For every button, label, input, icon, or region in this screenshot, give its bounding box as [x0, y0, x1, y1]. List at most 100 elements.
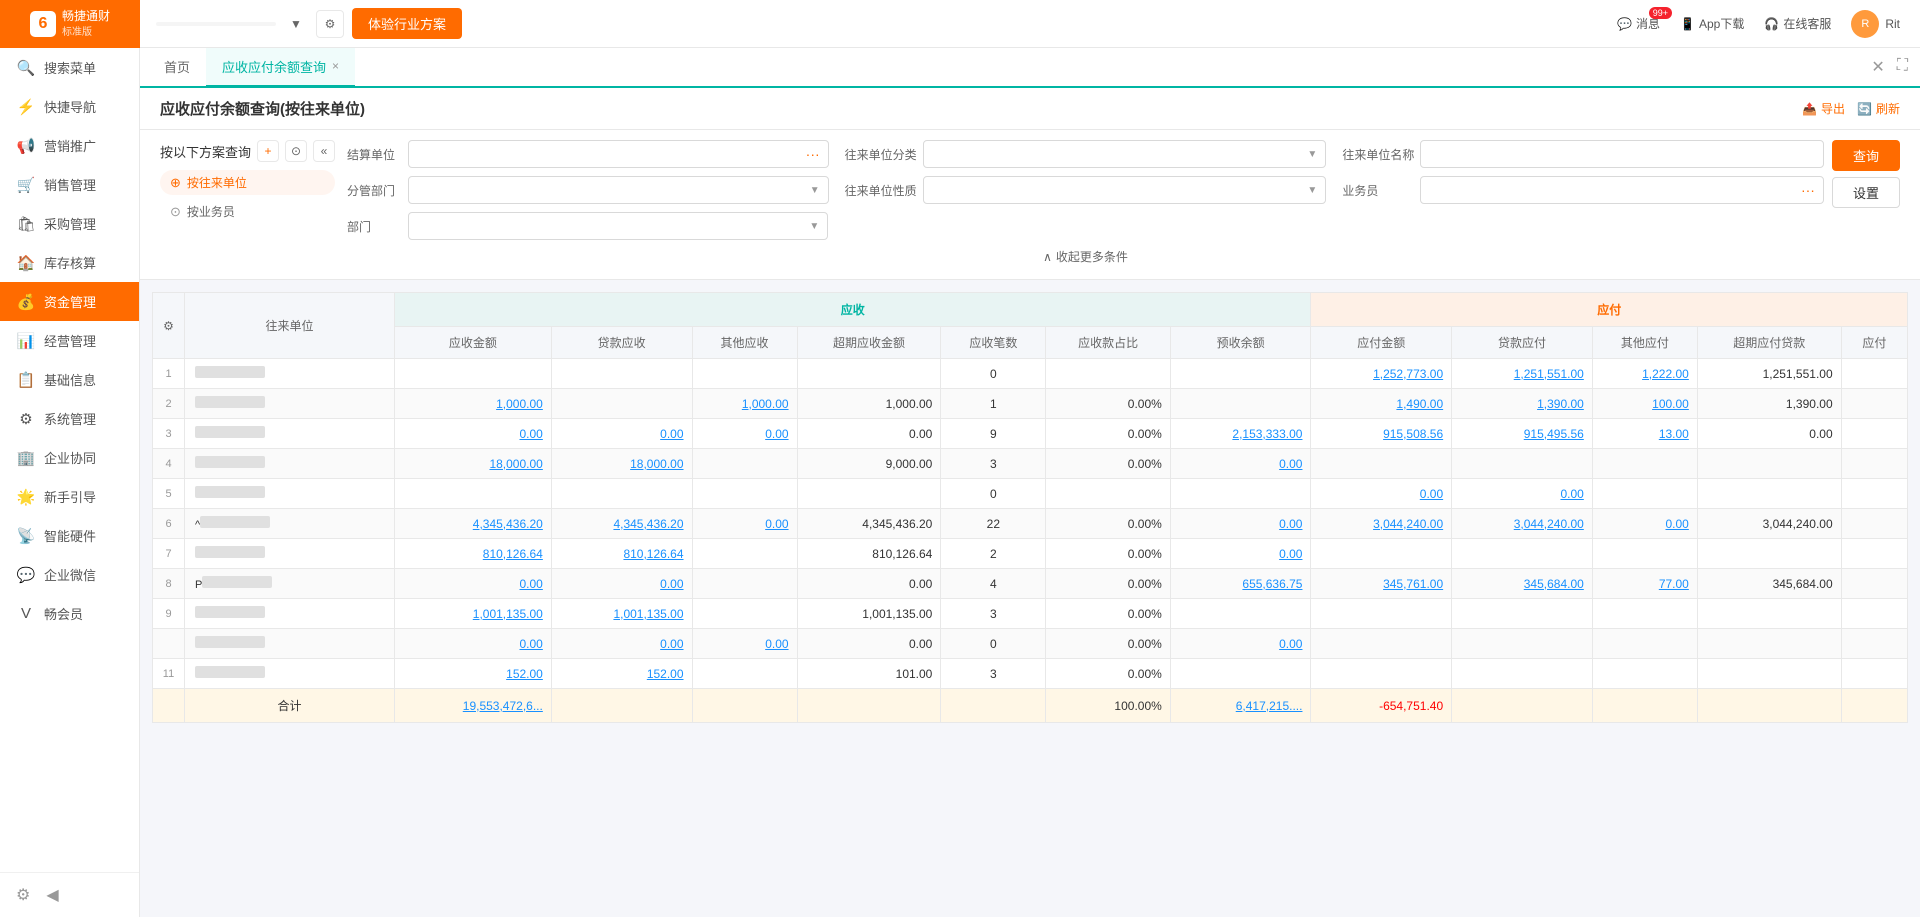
filter-label: 按以下方案查询 — [160, 142, 251, 161]
breadcrumb-dropdown[interactable]: ▼ — [284, 12, 308, 36]
table-cell[interactable]: 655,636.75 — [1170, 569, 1311, 599]
table-cell[interactable]: 345,684.00 — [1452, 569, 1593, 599]
collapse-more-btn[interactable]: ∧ 收起更多条件 — [1043, 248, 1128, 265]
filter-collapse-btn[interactable]: « — [313, 140, 335, 162]
salesman-input[interactable]: ··· — [1420, 176, 1824, 204]
table-cell[interactable]: 1,001,135.00 — [551, 599, 692, 629]
table-cell[interactable]: 0.00 — [1170, 629, 1311, 659]
row-yingfu-next — [1841, 449, 1907, 479]
subnav-by-unit[interactable]: ⊕ 按往来单位 — [160, 170, 335, 195]
table-cell[interactable]: 0.00 — [395, 629, 552, 659]
menu-icon-sales: 🛒 — [16, 176, 36, 194]
fenguan-input[interactable]: ▼ — [408, 176, 829, 204]
table-cell[interactable]: 0.00 — [692, 509, 797, 539]
table-cell[interactable]: 18,000.00 — [551, 449, 692, 479]
sidebar-item-system[interactable]: ⚙ 系统管理 — [0, 399, 139, 438]
table-cell[interactable]: 915,508.56 — [1311, 419, 1452, 449]
sidebar-item-wechat[interactable]: 💬 企业微信 — [0, 555, 139, 594]
row-yingfu-next — [1841, 629, 1907, 659]
settings-gear-icon[interactable]: ⚙ — [316, 10, 344, 38]
wanglai-name-input[interactable] — [1420, 140, 1824, 168]
table-cell[interactable]: 915,495.56 — [1452, 419, 1593, 449]
table-cell[interactable]: 0.00 — [692, 629, 797, 659]
table-cell[interactable]: 13.00 — [1592, 419, 1697, 449]
wanglai-class-input[interactable]: ▼ — [923, 140, 1327, 168]
query-button[interactable]: 查询 — [1832, 140, 1900, 171]
table-cell[interactable]: 0.00 — [1170, 539, 1311, 569]
sidebar-item-base[interactable]: 📋 基础信息 — [0, 360, 139, 399]
table-cell[interactable]: 1,000.00 — [395, 389, 552, 419]
table-cell[interactable]: 1,251,551.00 — [1452, 359, 1593, 389]
export-button[interactable]: 📤 导出 — [1802, 100, 1845, 117]
sidebar-item-quick[interactable]: ⚡ 快捷导航 — [0, 87, 139, 126]
online-service-button[interactable]: 🎧 在线客服 — [1764, 15, 1831, 32]
table-cell[interactable]: 1,252,773.00 — [1311, 359, 1452, 389]
wanglai-nature-input[interactable]: ▼ — [923, 176, 1327, 204]
th-settings[interactable]: ⚙ — [153, 293, 185, 359]
table-cell[interactable]: 0.00 — [1311, 479, 1452, 509]
footer-prepay[interactable]: 6,417,215.... — [1170, 689, 1311, 723]
tab-query[interactable]: 应收应付余额查询 × — [206, 47, 355, 87]
sidebar-settings-icon[interactable]: ⚙ — [16, 885, 30, 905]
table-cell[interactable]: 0.00 — [692, 419, 797, 449]
table-cell[interactable]: 152.00 — [551, 659, 692, 689]
tab-window-close[interactable]: ✕ — [1867, 53, 1888, 81]
filter-settings-btn[interactable]: ⊙ — [285, 140, 307, 162]
table-cell[interactable]: 100.00 — [1592, 389, 1697, 419]
table-cell[interactable]: 18,000.00 — [395, 449, 552, 479]
table-cell[interactable]: 0.00 — [1452, 479, 1593, 509]
table-cell[interactable]: 152.00 — [395, 659, 552, 689]
table-cell[interactable]: 0.00 — [395, 569, 552, 599]
messages-button[interactable]: 💬 消息 99+ — [1617, 15, 1660, 32]
row-num: 8 — [153, 569, 185, 599]
table-cell — [1697, 659, 1841, 689]
table-cell[interactable]: 0.00 — [551, 419, 692, 449]
settings-button[interactable]: 设置 — [1832, 177, 1900, 208]
sidebar-item-operation[interactable]: 📊 经营管理 — [0, 321, 139, 360]
table-cell[interactable]: 4,345,436.20 — [551, 509, 692, 539]
sidebar-item-purchase[interactable]: 🛍 采购管理 — [0, 204, 139, 243]
table-cell[interactable]: 0.00 — [395, 419, 552, 449]
table-cell[interactable]: 0.00 — [551, 629, 692, 659]
jiesuan-input[interactable]: ··· — [408, 140, 829, 168]
table-cell[interactable]: 2,153,333.00 — [1170, 419, 1311, 449]
table-cell[interactable]: 0.00 — [1592, 509, 1697, 539]
table-cell[interactable]: 0.00 — [1170, 509, 1311, 539]
filter-add-btn[interactable]: + — [257, 140, 279, 162]
sidebar-collapse-icon[interactable]: ◀ — [46, 885, 58, 905]
sidebar-item-finance[interactable]: 💰 资金管理 — [0, 282, 139, 321]
sidebar-item-warehouse[interactable]: 🏠 库存核算 — [0, 243, 139, 282]
tab-home[interactable]: 首页 — [148, 47, 206, 87]
table-cell[interactable]: 1,490.00 — [1311, 389, 1452, 419]
table-cell[interactable]: 1,222.00 — [1592, 359, 1697, 389]
table-cell[interactable]: 3,044,240.00 — [1311, 509, 1452, 539]
table-cell[interactable]: 1,001,135.00 — [395, 599, 552, 629]
sidebar-item-sales[interactable]: 🛒 销售管理 — [0, 165, 139, 204]
user-profile[interactable]: R Rit — [1851, 10, 1900, 38]
subnav-by-salesman[interactable]: ⊙ 按业务员 — [160, 199, 335, 224]
query-tab-label: 应收应付余额查询 — [222, 57, 326, 76]
table-cell[interactable]: 810,126.64 — [395, 539, 552, 569]
table-cell[interactable]: 1,000.00 — [692, 389, 797, 419]
table-cell[interactable]: 1,390.00 — [1452, 389, 1593, 419]
sidebar-item-member[interactable]: V 畅会员 — [0, 594, 139, 633]
app-download-button[interactable]: 📱 App下载 — [1680, 15, 1744, 32]
sidebar-item-guide[interactable]: 🌟 新手引导 — [0, 477, 139, 516]
table-cell[interactable]: 810,126.64 — [551, 539, 692, 569]
refresh-button[interactable]: 🔄 刷新 — [1857, 100, 1900, 117]
dept-input[interactable]: ▼ — [408, 212, 828, 240]
table-cell[interactable]: 77.00 — [1592, 569, 1697, 599]
sidebar-item-marketing[interactable]: 📢 营销推广 — [0, 126, 139, 165]
tab-fullscreen[interactable]: ⛶ — [1893, 53, 1912, 81]
sidebar-item-enterprise[interactable]: 🏢 企业协同 — [0, 438, 139, 477]
table-cell[interactable]: 4,345,436.20 — [395, 509, 552, 539]
table-cell[interactable]: 345,761.00 — [1311, 569, 1452, 599]
industry-solution-button[interactable]: 体验行业方案 — [352, 8, 462, 39]
sidebar-item-hardware[interactable]: 📡 智能硬件 — [0, 516, 139, 555]
footer-yingshou[interactable]: 19,553,472,6... — [395, 689, 552, 723]
sidebar-item-search[interactable]: 🔍 搜索菜单 — [0, 48, 139, 87]
table-cell[interactable]: 3,044,240.00 — [1452, 509, 1593, 539]
table-cell[interactable]: 0.00 — [551, 569, 692, 599]
table-cell[interactable]: 0.00 — [1170, 449, 1311, 479]
tab-close-icon[interactable]: × — [332, 59, 339, 73]
